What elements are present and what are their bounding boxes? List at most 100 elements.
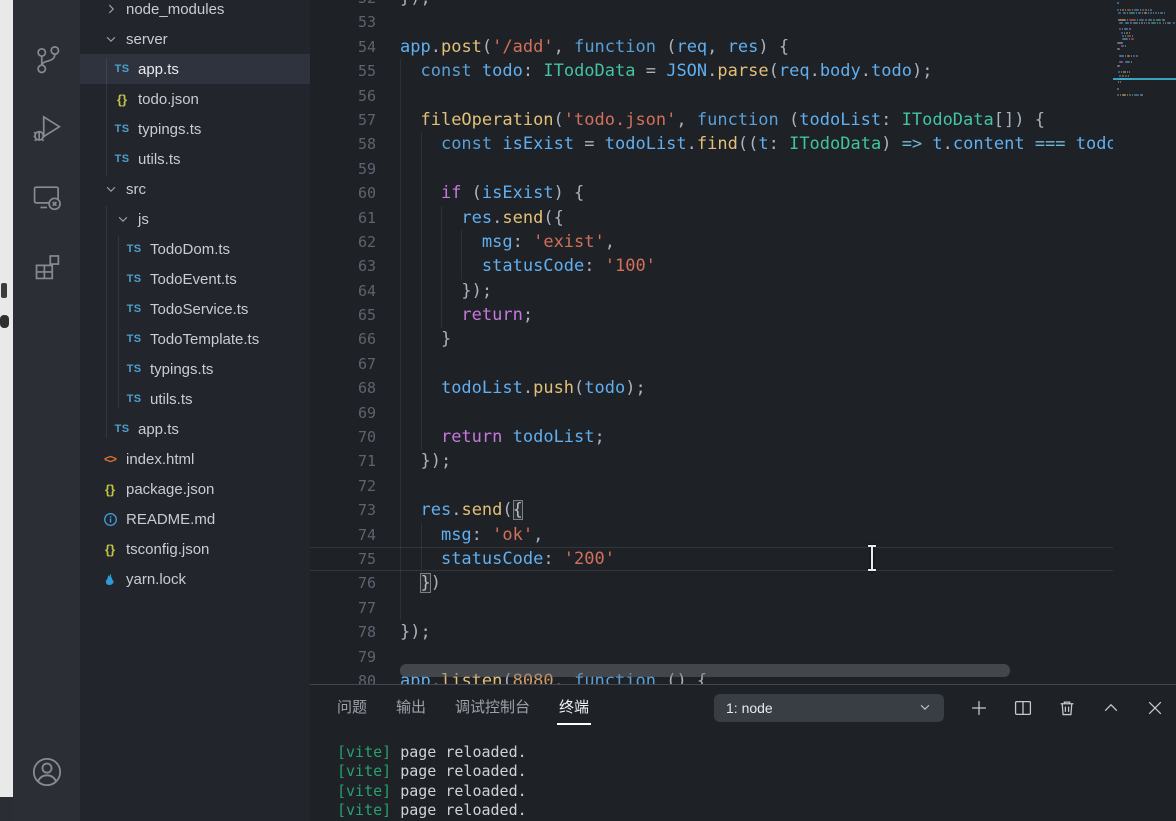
code-line-73[interactable]: 73 res.send({ [310,498,1113,522]
line-text: res.send({ [420,500,523,521]
tree-item-package-json[interactable]: {} package.json [80,474,310,504]
code-line-76[interactable]: 76 }) [310,571,1113,595]
minimap[interactable] [1113,0,1176,684]
line-text: statusCode: '200' [440,548,615,569]
tree-item-todoservice-ts[interactable]: TS TodoService.ts [80,294,310,324]
minimap-line [1117,81,1122,84]
terminal-line: [vite] page reloaded. [337,743,527,761]
tree-item-utils-ts[interactable]: TS utils.ts [80,144,310,174]
close-panel-icon[interactable] [1146,699,1164,717]
line-number: 56 [357,86,376,105]
line-number: 65 [357,306,376,325]
account-icon[interactable] [28,753,66,791]
bottom-panel: 问题 输出 调试控制台 终端 1: node [vite] page reloaded… [310,684,1176,821]
minimap-line [1117,54,1139,57]
tree-indent-guide [106,58,107,176]
code-line-71[interactable]: 71 }); [310,449,1113,473]
minimap-line [1117,74,1130,77]
tree-item-node-modules[interactable]: node_modules [80,0,310,24]
code-line-70[interactable]: 70 return todoList; [310,425,1113,449]
terminal-output[interactable]: [vite] page reloaded. [vite] page reloade… [337,743,527,821]
code-line-75[interactable]: 75 statusCode: '200' [310,547,1113,571]
minimap-line [1117,35,1134,37]
code-line-55[interactable]: 55 const todo: ITodoData = JSON.parse(re… [310,59,1113,83]
line-text: return todoList; [440,427,605,448]
run-debug-icon[interactable] [28,109,66,147]
tree-item-typings-ts[interactable]: TS typings.ts [80,354,310,384]
code-line-62[interactable]: 62 msg: 'exist', [310,230,1113,254]
tree-indent-guide [118,236,119,408]
tree-item-server[interactable]: server [80,24,310,54]
minimap-current-line-marker [1113,77,1176,80]
code-line-57[interactable]: 57 fileOperation('todo.json', function (… [310,108,1113,132]
file-tree: node_modules server TS app.ts {} todo.json TS t… [80,0,310,594]
code-line-65[interactable]: 65 return; [310,303,1113,327]
code-line-74[interactable]: 74 msg: 'ok', [310,523,1113,547]
panel-tabs: 问题 输出 调试控制台 终端 [310,690,592,727]
code-line-78[interactable]: 78}); [310,620,1113,644]
minimap-line [1117,2,1120,4]
tree-item-label: app.ts [138,60,179,78]
code-line-54[interactable]: 54 app.post('/add', function (req, res) { [310,35,1113,59]
line-number: 64 [357,281,376,300]
code-line-53[interactable]: 53 [310,10,1113,34]
remote-explorer-icon[interactable] [28,178,66,216]
tree-item-todotemplate-ts[interactable]: TS TodoTemplate.ts [80,324,310,354]
maximize-panel-icon[interactable] [1102,699,1120,717]
code-editor[interactable]: 52}); 53 54 app.post('/add', function (req,… [310,0,1176,684]
tree-item-typings-ts[interactable]: TS typings.ts [80,114,310,144]
tree-item-todo-json[interactable]: {} todo.json [80,84,310,114]
code-line-67[interactable]: 67 [310,352,1113,376]
code-line-66[interactable]: 66 } [310,327,1113,351]
tree-item-index-html[interactable]: <> index.html [80,444,310,474]
code-lines: 52}); 53 54 app.post('/add', function (req,… [310,0,1176,684]
tree-item-yarn-lock[interactable]: yarn.lock [80,564,310,594]
indent-guide [420,523,422,572]
tree-item-label: server [126,30,168,48]
tree-item-tsconfig-json[interactable]: {} tsconfig.json [80,534,310,564]
minimap-line [1117,31,1131,34]
code-line-58[interactable]: 58 const isExist = todoList.find((t: ITo… [310,132,1176,156]
tree-item-js[interactable]: js [80,204,310,234]
line-text: app.post('/add', function (req, res) { [400,36,790,57]
tree-item-app-ts[interactable]: TS app.ts [80,54,310,84]
code-line-56[interactable]: 56 [310,84,1113,108]
tree-item-utils-ts[interactable]: TS utils.ts [80,384,310,414]
panel-tab-问题[interactable]: 问题 [337,690,367,727]
chevron-down-icon [104,32,119,46]
tree-item-label: node_modules [126,0,225,18]
line-number: 76 [357,574,376,593]
code-line-60[interactable]: 60 if (isExist) { [310,181,1113,205]
panel-tab-调试控制台[interactable]: 调试控制台 [455,690,530,727]
code-line-63[interactable]: 63 statusCode: '100' [310,254,1113,278]
terminal-dropdown[interactable]: 1: node [714,694,944,722]
code-line-61[interactable]: 61 res.send({ [310,206,1113,230]
code-line-69[interactable]: 69 [310,401,1113,425]
tree-item-app-ts[interactable]: TS app.ts [80,414,310,444]
code-line-64[interactable]: 64 }); [310,279,1113,303]
code-line-77[interactable]: 77 [310,596,1113,620]
minimap-line [1117,21,1176,24]
tree-item-todoevent-ts[interactable]: TS TodoEvent.ts [80,264,310,294]
code-line-52[interactable]: 52}); [310,0,1113,10]
source-control-icon[interactable] [28,40,66,78]
tree-item-label: TodoDom.ts [150,240,231,258]
yarn-file-icon [101,572,119,587]
code-line-72[interactable]: 72 [310,474,1113,498]
tree-item-src[interactable]: src [80,174,310,204]
new-terminal-icon[interactable] [970,699,988,717]
split-terminal-icon[interactable] [1014,699,1032,717]
extensions-icon[interactable] [28,249,66,287]
tree-item-readme-md[interactable]: README.md [80,504,310,534]
tree-item-label: typings.ts [138,120,202,138]
json-file-icon: {} [104,541,116,557]
code-line-59[interactable]: 59 [310,157,1113,181]
minimap-line [1117,8,1153,11]
line-number: 60 [357,184,376,203]
panel-tab-输出[interactable]: 输出 [396,690,426,727]
kill-terminal-icon[interactable] [1058,699,1076,717]
panel-tab-终端[interactable]: 终端 [557,690,592,727]
code-line-68[interactable]: 68 todoList.push(todo); [310,376,1113,400]
tree-item-tododom-ts[interactable]: TS TodoDom.ts [80,234,310,264]
horizontal-scrollbar[interactable] [400,664,1010,677]
